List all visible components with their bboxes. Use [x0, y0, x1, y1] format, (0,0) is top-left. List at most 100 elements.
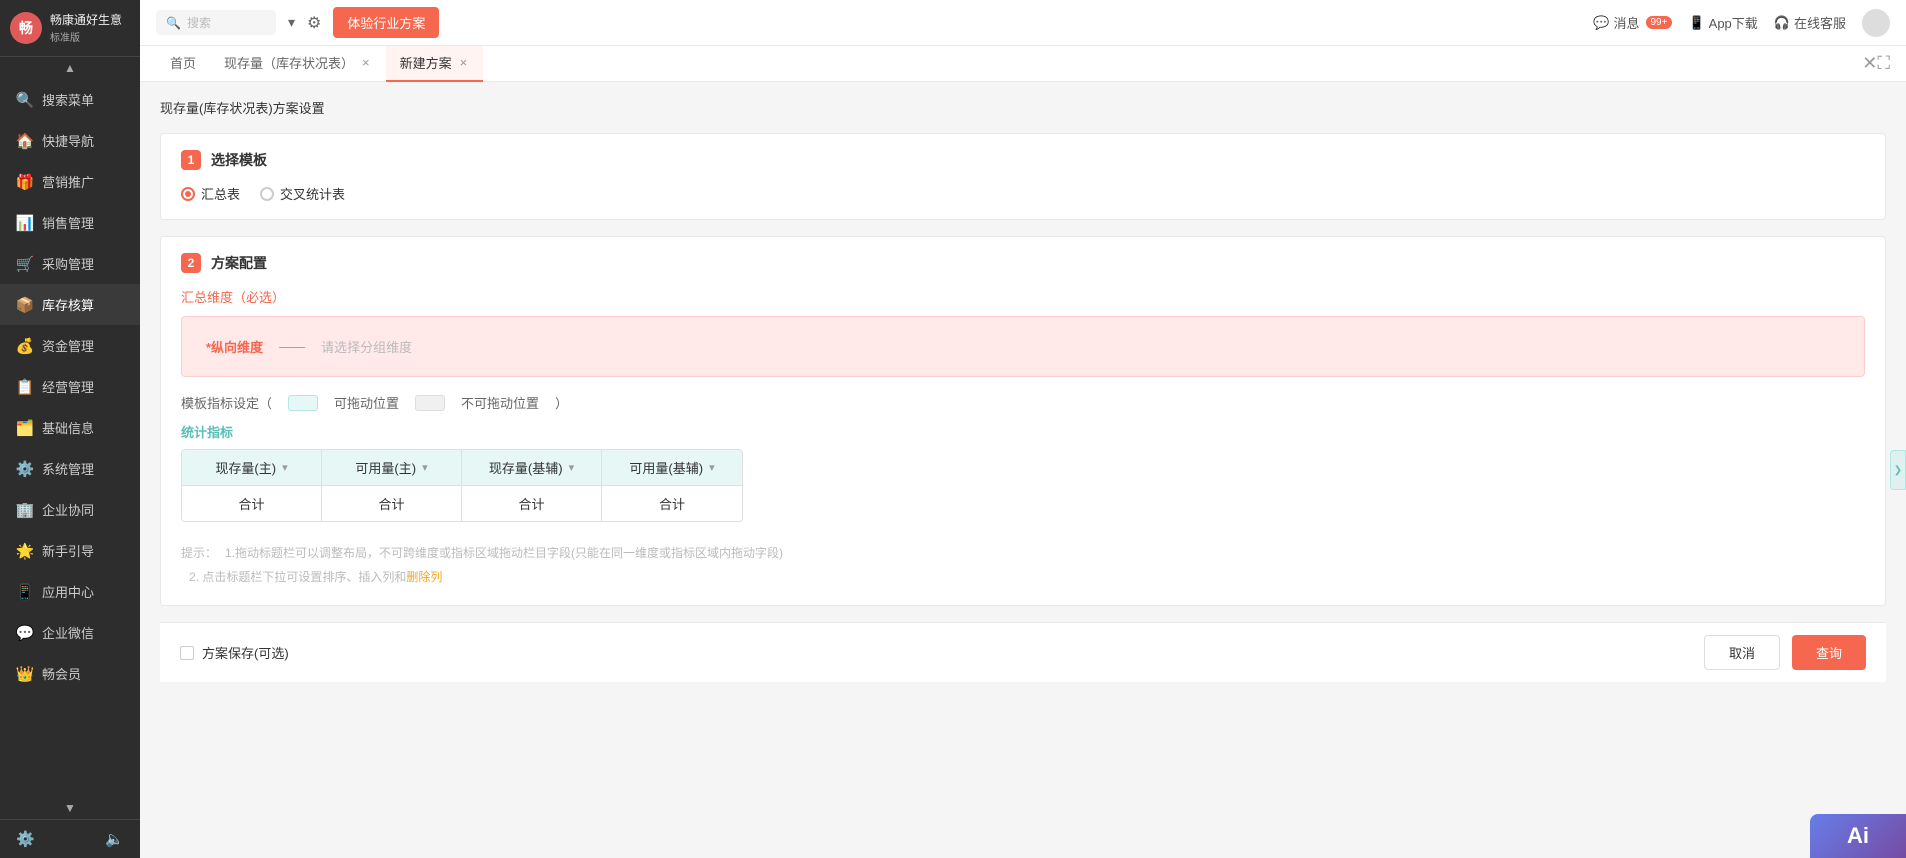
save-option-label: 方案保存(可选)	[202, 643, 289, 662]
sidebar-item-enterprise[interactable]: 🏢 企业协同	[0, 489, 140, 530]
section1-header: 1 选择模板	[181, 150, 1865, 170]
bottom-bar: 方案保存(可选) 取消 查询	[160, 622, 1886, 682]
stats-col-2[interactable]: 可用量(主) ▾	[322, 450, 462, 485]
stats-col-1[interactable]: 现存量(主) ▾	[182, 450, 322, 485]
download-icon: 📱	[1688, 15, 1704, 31]
section1-title: 选择模板	[211, 150, 267, 170]
tab-new-scheme-label: 新建方案	[400, 53, 452, 72]
stats-col-1-label: 现存量(主)	[215, 458, 276, 477]
stats-col-4[interactable]: 可用量(基辅) ▾	[602, 450, 742, 485]
topbar-gear-btn[interactable]: ⚙	[307, 13, 321, 33]
sidebar-item-label: 基础信息	[42, 418, 94, 437]
sidebar-item-search-menu[interactable]: 🔍 搜索菜单	[0, 79, 140, 120]
topbar: 🔍 搜索 ▾ ⚙ 体验行业方案 💬 消息 99+ 📱 App下载 🎧 在线客服	[140, 0, 1906, 46]
tab-inventory-close[interactable]: ×	[360, 55, 372, 70]
tab-new-scheme[interactable]: 新建方案 ×	[386, 46, 484, 82]
stats-table: 现存量(主) ▾ 可用量(主) ▾ 现存量(基辅) ▾ 可用量(基辅) ▾	[181, 449, 743, 522]
sidebar-item-inventory[interactable]: 📦 库存核算	[0, 284, 140, 325]
tip-item-1: 提示： 1.拖动标题栏可以调整布局，不可跨维度或指标区域拖动栏目字段(只能在同一…	[181, 541, 1865, 565]
radio-cross-circle	[260, 187, 274, 201]
sidebar-item-member[interactable]: 👑 畅会员	[0, 653, 140, 694]
main-area: 🔍 搜索 ▾ ⚙ 体验行业方案 💬 消息 99+ 📱 App下载 🎧 在线客服	[140, 0, 1906, 858]
sidebar-logo: 畅 畅康通好生意 标准版	[0, 0, 140, 57]
newbie-icon: 🌟	[16, 542, 34, 560]
query-button[interactable]: 查询	[1792, 635, 1866, 670]
radio-summary[interactable]: 汇总表	[181, 184, 240, 203]
sidebar-footer: ⚙️ 🔈	[0, 819, 140, 858]
sidebar: 畅 畅康通好生意 标准版 ▲ 🔍 搜索菜单 🏠 快捷导航 🎁 营销推广 📊 销售…	[0, 0, 140, 858]
draggable-legend-box	[288, 395, 318, 411]
tab-new-scheme-close[interactable]: ×	[458, 55, 470, 70]
topbar-dropdown-btn[interactable]: ▾	[288, 14, 295, 31]
window-expand-btn[interactable]: ⛶	[1877, 53, 1890, 74]
stats-cell-2: 合计	[322, 485, 462, 521]
sidebar-item-quick-nav[interactable]: 🏠 快捷导航	[0, 120, 140, 161]
sidebar-item-label: 企业协同	[42, 500, 94, 519]
template-radio-group: 汇总表 交叉统计表	[181, 184, 1865, 203]
draggable-legend-label: 可拖动位置	[334, 393, 399, 412]
member-icon: 👑	[16, 665, 34, 683]
sidebar-item-system[interactable]: ⚙️ 系统管理	[0, 448, 140, 489]
user-avatar[interactable]	[1862, 9, 1890, 37]
radio-cross[interactable]: 交叉统计表	[260, 184, 345, 203]
ai-badge[interactable]: Ai	[1810, 814, 1906, 858]
window-close-btn[interactable]: ✕	[1862, 53, 1877, 74]
right-panel-toggle[interactable]: ❯	[1890, 450, 1906, 490]
stats-col-3[interactable]: 现存量(基辅) ▾	[462, 450, 602, 485]
system-icon: ⚙️	[16, 460, 34, 478]
tip-1-text: 1.拖动标题栏可以调整布局，不可跨维度或指标区域拖动栏目字段(只能在同一维度或指…	[225, 541, 783, 565]
tab-inventory-status[interactable]: 现存量（库存状况表） ×	[210, 46, 386, 82]
required-label: 汇总维度（必选）	[181, 287, 1865, 306]
app-download-label: App下载	[1709, 13, 1758, 32]
page-content: 现存量(库存状况表)方案设置 1 选择模板 汇总表 交叉统计表 2	[140, 82, 1906, 858]
purchase-icon: 🛒	[16, 255, 34, 273]
stats-label: 统计指标	[181, 422, 1865, 441]
sidebar-item-wechat[interactable]: 💬 企业微信	[0, 612, 140, 653]
sidebar-item-finance[interactable]: 💰 资金管理	[0, 325, 140, 366]
tip-item-2: 2. 点击标题栏下拉可设置排序、插入列和删除列	[181, 565, 1865, 589]
save-checkbox[interactable]	[180, 646, 194, 660]
sidebar-scroll-down[interactable]: ▼	[0, 797, 140, 819]
sidebar-item-newbie[interactable]: 🌟 新手引导	[0, 530, 140, 571]
wechat-icon: 💬	[16, 624, 34, 642]
chevron-down-icon-2: ▾	[422, 461, 428, 474]
sidebar-nav: 🔍 搜索菜单 🏠 快捷导航 🎁 营销推广 📊 销售管理 🛒 采购管理 📦 库存核…	[0, 79, 140, 797]
section-config: 2 方案配置 汇总维度（必选） *纵向维度 —— 请选择分组维度 模板指标设定（…	[160, 236, 1886, 606]
sidebar-item-operation[interactable]: 📋 经营管理	[0, 366, 140, 407]
enterprise-icon: 🏢	[16, 501, 34, 519]
dimension-separator: ——	[279, 339, 305, 354]
tab-home[interactable]: 首页	[156, 46, 210, 82]
sidebar-item-marketing[interactable]: 🎁 营销推广	[0, 161, 140, 202]
sound-icon[interactable]: 🔈	[105, 830, 124, 848]
sales-icon: 📊	[16, 214, 34, 232]
message-action[interactable]: 💬 消息 99+	[1593, 13, 1672, 32]
topbar-search-area: 🔍 搜索	[156, 10, 276, 35]
chevron-down-icon-1: ▾	[282, 461, 288, 474]
radio-summary-label: 汇总表	[201, 184, 240, 203]
chevron-down-icon-4: ▾	[709, 461, 715, 474]
operation-icon: 📋	[16, 378, 34, 396]
message-label: 消息	[1613, 13, 1639, 32]
settings-icon[interactable]: ⚙️	[16, 830, 35, 848]
sidebar-item-label: 采购管理	[42, 254, 94, 273]
sidebar-item-basic-info[interactable]: 🗂️ 基础信息	[0, 407, 140, 448]
sidebar-scroll-up[interactable]: ▲	[0, 57, 140, 79]
sidebar-item-sales[interactable]: 📊 销售管理	[0, 202, 140, 243]
non-draggable-legend-box	[415, 395, 445, 411]
quick-nav-icon: 🏠	[16, 132, 34, 150]
delete-col-link[interactable]: 删除列	[406, 570, 442, 584]
sidebar-item-purchase[interactable]: 🛒 采购管理	[0, 243, 140, 284]
customer-service-action[interactable]: 🎧 在线客服	[1774, 13, 1846, 32]
marketing-icon: 🎁	[16, 173, 34, 191]
sidebar-item-label: 快捷导航	[42, 131, 94, 150]
dimension-box[interactable]: *纵向维度 —— 请选择分组维度	[181, 316, 1865, 377]
inventory-icon: 📦	[16, 296, 34, 314]
indicator-legend: 模板指标设定（ 可拖动位置 不可拖动位置 ）	[181, 393, 1865, 412]
page-title: 现存量(库存状况表)方案设置	[160, 98, 1886, 117]
cancel-button[interactable]: 取消	[1704, 635, 1780, 670]
tab-inventory-label: 现存量（库存状况表）	[224, 53, 354, 72]
sidebar-item-app-center[interactable]: 📱 应用中心	[0, 571, 140, 612]
app-download-action[interactable]: 📱 App下载	[1688, 13, 1757, 32]
section2-header: 2 方案配置	[181, 253, 1865, 273]
trial-btn[interactable]: 体验行业方案	[333, 7, 439, 38]
